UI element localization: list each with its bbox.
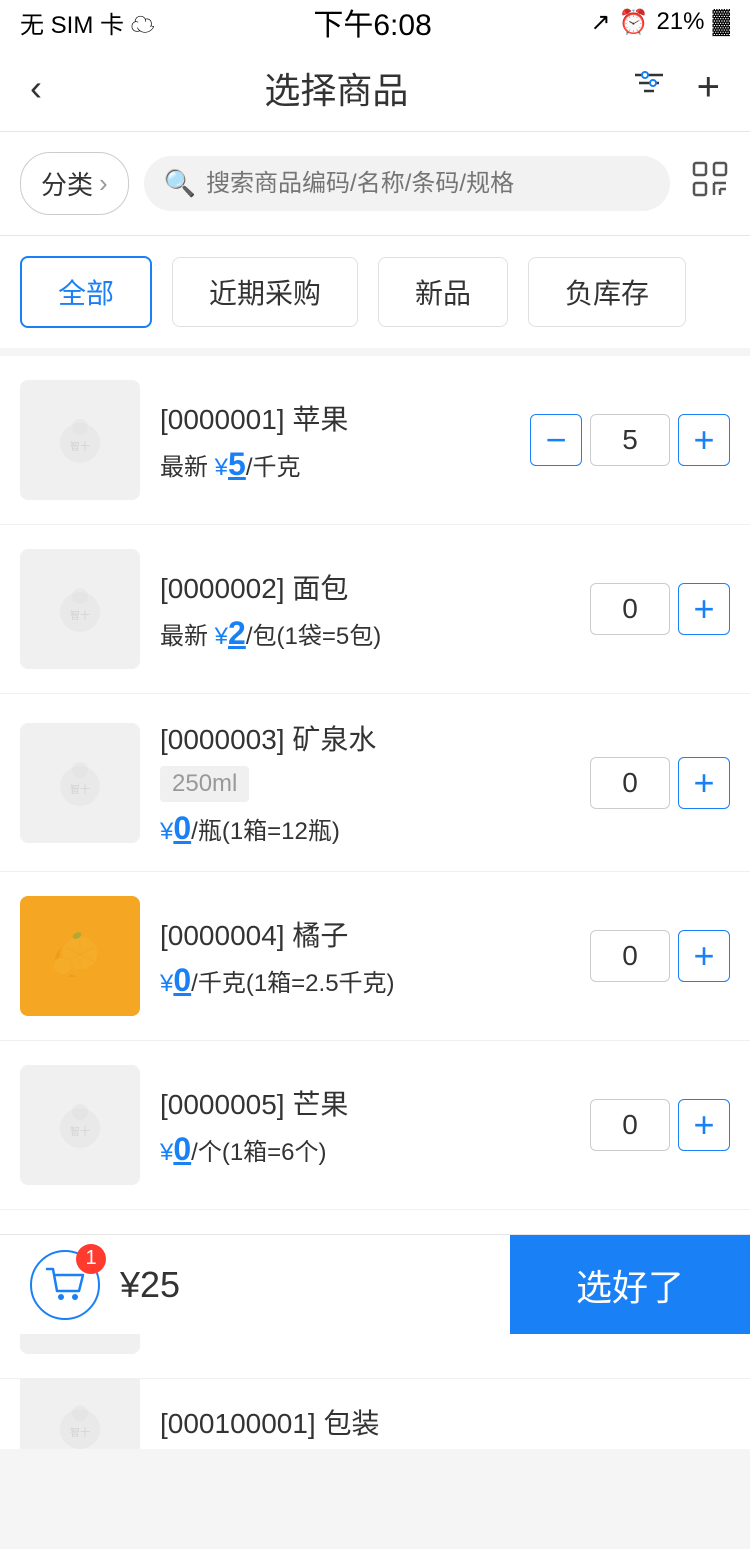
cart-badge: 1 <box>76 1244 106 1274</box>
search-icon: 🔍 <box>164 168 196 199</box>
confirm-button[interactable]: 选好了 <box>510 1235 750 1334</box>
product-qty-0000003: + <box>590 757 730 809</box>
filter-tabs: 全部 近期采购 新品 负库存 <box>0 236 750 356</box>
product-image-0000005: 智十 <box>20 1065 140 1185</box>
qty-plus-button[interactable]: + <box>678 930 730 982</box>
product-price: 最新 ¥2/包(1袋=5包) <box>160 615 570 652</box>
product-qty-0000005: + <box>590 1099 730 1151</box>
svg-text:智十: 智十 <box>70 1426 90 1439</box>
back-button[interactable]: ‹ <box>30 67 42 109</box>
qty-input[interactable] <box>590 583 670 635</box>
nav-actions: + <box>631 65 720 110</box>
product-item: 智十 [0000002] 面包 最新 ¥2/包(1袋=5包) + <box>0 525 750 694</box>
svg-text:智十: 智十 <box>70 1125 90 1138</box>
product-item: 智十 [0000001] 苹果 最新 ¥5/千克 − + <box>0 356 750 525</box>
search-input-wrap[interactable]: 🔍 <box>144 156 670 211</box>
qty-input[interactable] <box>590 930 670 982</box>
qty-input[interactable] <box>590 1099 670 1151</box>
chevron-right-icon: › <box>99 168 108 199</box>
product-name: [0000001] 苹果 <box>160 398 510 438</box>
product-image-0000001: 智十 <box>20 380 140 500</box>
product-spec: 250ml <box>160 766 249 802</box>
status-bar: 无 SIM 卡 ☁ 下午6:08 ↗ ⏰ 21% ▓ <box>0 0 750 44</box>
qty-plus-button[interactable]: + <box>678 414 730 466</box>
alarm-icon: ⏰ <box>619 8 649 37</box>
tab-negative[interactable]: 负库存 <box>528 257 686 327</box>
sim-status: 无 SIM 卡 ☁ <box>20 5 155 40</box>
product-price: ¥0/千克(1箱=2.5千克) <box>160 962 570 999</box>
status-left: 无 SIM 卡 ☁ <box>20 5 155 40</box>
battery-level: 21% <box>656 8 704 36</box>
svg-text:智十: 智十 <box>70 440 90 453</box>
qty-input[interactable] <box>590 757 670 809</box>
product-info-0000005: [0000005] 芒果 ¥0/个(1箱=6个) <box>160 1083 570 1168</box>
product-info-000100001: [000100001] 包装 <box>160 1402 730 1449</box>
tab-all[interactable]: 全部 <box>20 256 152 328</box>
battery-icon: ▓ <box>712 8 730 36</box>
tab-new[interactable]: 新品 <box>378 257 508 327</box>
search-input[interactable] <box>206 170 650 198</box>
search-bar: 分类 › 🔍 <box>0 132 750 236</box>
svg-text:智十: 智十 <box>70 783 90 796</box>
product-qty-0000001: − + <box>530 414 730 466</box>
svg-text:智十: 智十 <box>70 609 90 622</box>
scan-icon[interactable] <box>690 159 730 208</box>
product-qty-0000002: + <box>590 583 730 635</box>
qty-minus-button[interactable]: − <box>530 414 582 466</box>
product-qty-0000004: + <box>590 930 730 982</box>
product-name: [0000005] 芒果 <box>160 1083 570 1123</box>
product-info-0000001: [0000001] 苹果 最新 ¥5/千克 <box>160 398 510 483</box>
product-name: [0000003] 矿泉水 <box>160 718 570 758</box>
status-right: ↗ ⏰ 21% ▓ <box>590 8 730 37</box>
product-image-0000004 <box>20 896 140 1016</box>
product-image-0000003: 智十 <box>20 723 140 843</box>
product-info-0000003: [0000003] 矿泉水 250ml ¥0/瓶(1箱=12瓶) <box>160 718 570 847</box>
add-button[interactable]: + <box>697 65 720 110</box>
cart-section: 1 ¥25 <box>0 1250 510 1320</box>
qty-plus-button[interactable]: + <box>678 1099 730 1151</box>
cart-amount: ¥25 <box>120 1264 180 1306</box>
bottom-bar: 1 ¥25 选好了 <box>0 1234 750 1334</box>
product-name: [0000004] 橘子 <box>160 914 570 954</box>
product-price: 最新 ¥5/千克 <box>160 446 510 483</box>
page-title: 选择商品 <box>264 62 408 114</box>
product-item: [0000004] 橘子 ¥0/千克(1箱=2.5千克) + <box>0 872 750 1041</box>
qty-plus-button[interactable]: + <box>678 583 730 635</box>
status-time: 下午6:08 <box>313 0 431 44</box>
category-label: 分类 <box>41 165 93 202</box>
qty-input[interactable] <box>590 414 670 466</box>
product-image-0000002: 智十 <box>20 549 140 669</box>
product-item: 智十 [0000003] 矿泉水 250ml ¥0/瓶(1箱=12瓶) + <box>0 694 750 872</box>
product-price: ¥0/个(1箱=6个) <box>160 1131 570 1168</box>
product-name: [000100001] 包装 <box>160 1402 730 1442</box>
qty-plus-button[interactable]: + <box>678 757 730 809</box>
location-icon: ↗ <box>590 8 610 37</box>
product-name: [0000002] 面包 <box>160 567 570 607</box>
product-info-0000004: [0000004] 橘子 ¥0/千克(1箱=2.5千克) <box>160 914 570 999</box>
cart-button[interactable]: 1 <box>30 1250 100 1320</box>
cart-icon <box>45 1267 85 1303</box>
product-price: ¥0/瓶(1箱=12瓶) <box>160 810 570 847</box>
product-item-partial: 智十 [000100001] 包装 <box>0 1379 750 1449</box>
product-image-000100001: 智十 <box>20 1379 140 1449</box>
product-item: 智十 [0000005] 芒果 ¥0/个(1箱=6个) + <box>0 1041 750 1210</box>
nav-bar: ‹ 选择商品 + <box>0 44 750 132</box>
category-button[interactable]: 分类 › <box>20 152 129 215</box>
product-info-0000002: [0000002] 面包 最新 ¥2/包(1袋=5包) <box>160 567 570 652</box>
tab-recent[interactable]: 近期采购 <box>172 257 358 327</box>
filter-icon[interactable] <box>631 65 667 110</box>
